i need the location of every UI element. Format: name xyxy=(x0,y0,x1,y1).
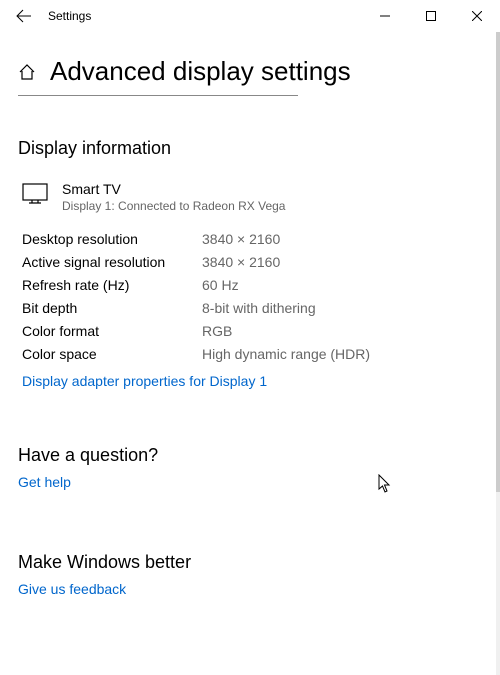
info-value: 3840 × 2160 xyxy=(202,254,280,270)
info-label: Refresh rate (Hz) xyxy=(22,277,202,293)
info-label: Desktop resolution xyxy=(22,231,202,247)
info-value: 8-bit with dithering xyxy=(202,300,316,316)
get-help-link[interactable]: Get help xyxy=(18,474,71,490)
title-underline xyxy=(18,95,298,96)
minimize-button[interactable] xyxy=(362,0,408,32)
feedback-section: Make Windows better Give us feedback xyxy=(18,552,482,597)
minimize-icon xyxy=(380,11,390,21)
info-label: Color space xyxy=(22,346,202,362)
info-label: Color format xyxy=(22,323,202,339)
close-icon xyxy=(472,11,482,21)
display-info-table: Desktop resolution 3840 × 2160 Active si… xyxy=(22,231,482,362)
table-row: Color format RGB xyxy=(22,323,482,339)
maximize-icon xyxy=(426,11,436,21)
scrollbar[interactable] xyxy=(496,32,500,675)
home-button[interactable] xyxy=(18,63,36,81)
page-title: Advanced display settings xyxy=(50,56,351,87)
table-row: Bit depth 8-bit with dithering xyxy=(22,300,482,316)
display-subtitle: Display 1: Connected to Radeon RX Vega xyxy=(62,199,285,213)
window-controls xyxy=(362,0,500,32)
feedback-heading: Make Windows better xyxy=(18,552,482,573)
info-label: Bit depth xyxy=(22,300,202,316)
question-heading: Have a question? xyxy=(18,445,482,466)
maximize-button[interactable] xyxy=(408,0,454,32)
info-label: Active signal resolution xyxy=(22,254,202,270)
display-device-row: Smart TV Display 1: Connected to Radeon … xyxy=(22,181,482,213)
home-icon xyxy=(18,63,36,81)
display-info-heading: Display information xyxy=(18,138,482,159)
display-name: Smart TV xyxy=(62,181,285,197)
table-row: Active signal resolution 3840 × 2160 xyxy=(22,254,482,270)
scrollbar-thumb[interactable] xyxy=(496,32,500,492)
question-section: Have a question? Get help xyxy=(18,445,482,490)
feedback-link[interactable]: Give us feedback xyxy=(18,581,126,597)
info-value: RGB xyxy=(202,323,232,339)
titlebar: Settings xyxy=(0,0,500,32)
info-value: 3840 × 2160 xyxy=(202,231,280,247)
close-button[interactable] xyxy=(454,0,500,32)
table-row: Desktop resolution 3840 × 2160 xyxy=(22,231,482,247)
table-row: Refresh rate (Hz) 60 Hz xyxy=(22,277,482,293)
monitor-icon xyxy=(22,183,48,208)
adapter-properties-link[interactable]: Display adapter properties for Display 1 xyxy=(22,373,267,389)
page-header: Advanced display settings xyxy=(18,56,482,87)
content-area: Advanced display settings Display inform… xyxy=(0,56,500,597)
info-value: High dynamic range (HDR) xyxy=(202,346,370,362)
info-value: 60 Hz xyxy=(202,277,239,293)
table-row: Color space High dynamic range (HDR) xyxy=(22,346,482,362)
back-button[interactable] xyxy=(8,0,40,32)
window-title: Settings xyxy=(48,9,91,23)
back-arrow-icon xyxy=(16,8,32,24)
